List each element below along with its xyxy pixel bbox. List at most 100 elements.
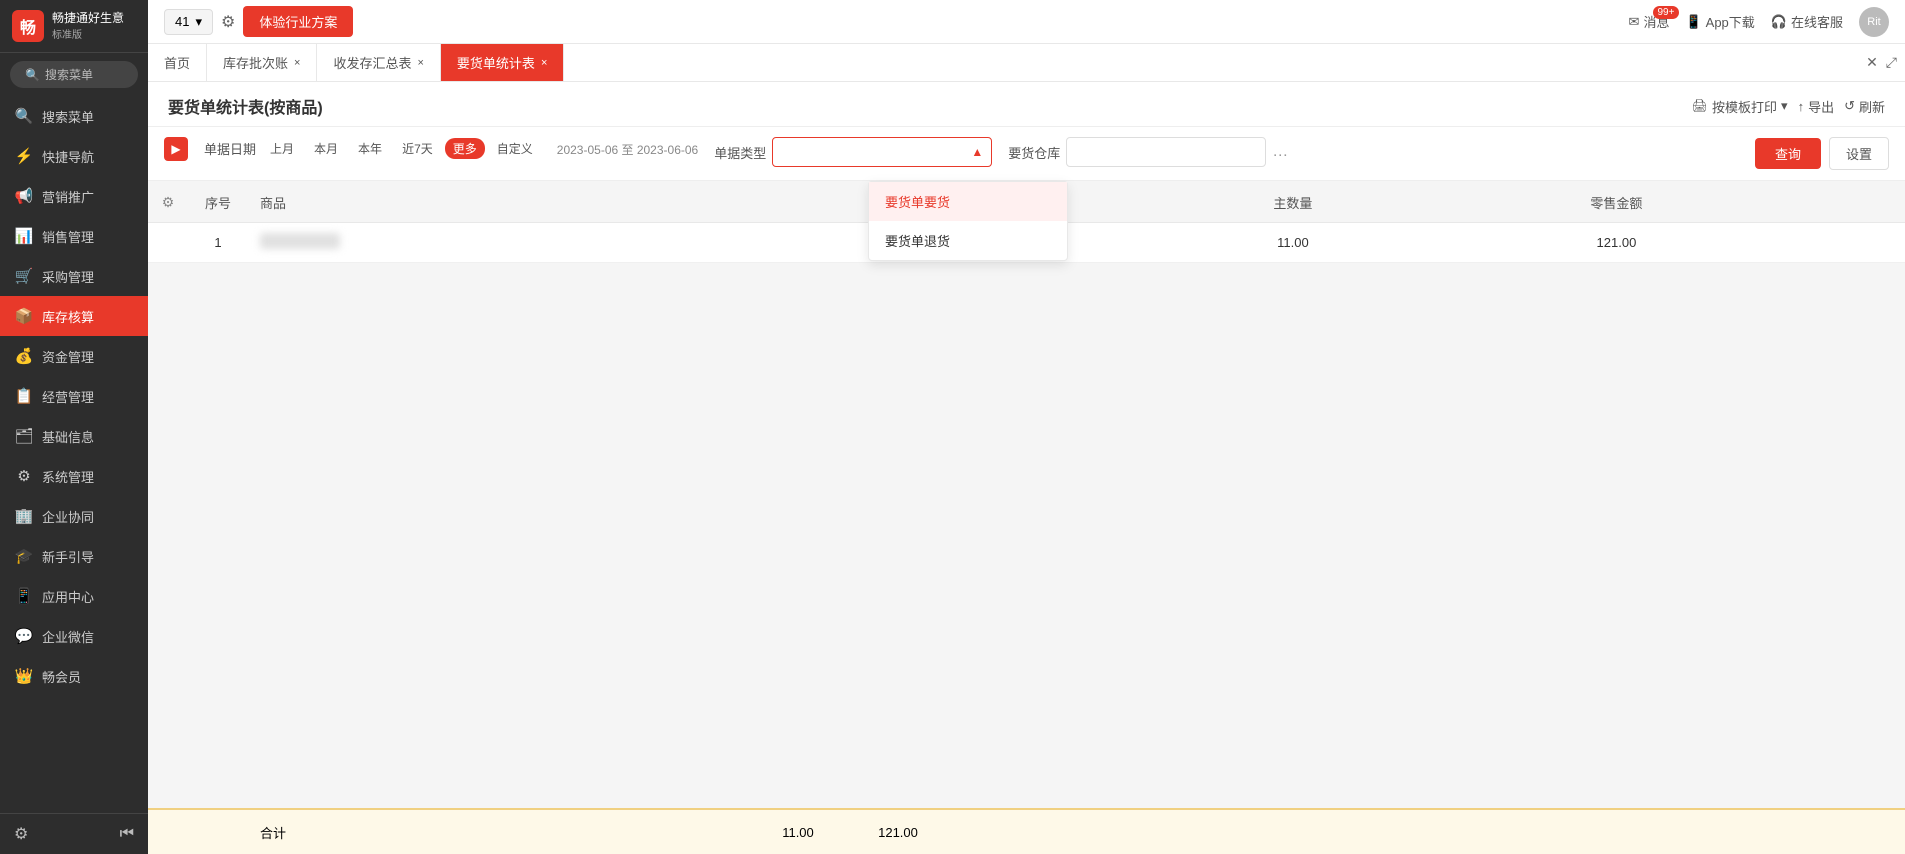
dropdown-item-return[interactable]: 要货单退货 [869, 221, 1067, 260]
online-service-button[interactable]: 🎧 在线客服 [1771, 12, 1843, 31]
filter-bar: ▶ 单据日期 上月 本月 本年 近7天 更多 自定义 2023-05-06 至 … [148, 127, 1905, 181]
purchase-icon: 🛒 [14, 266, 34, 286]
print-icon: 🖨 [1692, 98, 1709, 114]
sidebar-item-search[interactable]: 🔍 搜索菜单 [0, 96, 148, 136]
avatar[interactable]: Rit [1859, 7, 1889, 37]
date-btn-last-month[interactable]: 上月 [262, 137, 302, 160]
date-btn-last-7days[interactable]: 近7天 [394, 137, 441, 160]
sidebar-item-member[interactable]: 👑 畅会员 [0, 656, 148, 696]
filter-expand-button[interactable]: ▶ [164, 137, 188, 161]
date-shortcuts: 上月 本月 本年 近7天 更多 自定义 [262, 137, 541, 160]
refresh-icon: ↺ [1844, 98, 1855, 114]
date-btn-custom[interactable]: 自定义 [489, 137, 541, 160]
industry-button[interactable]: 体验行业方案 [243, 6, 353, 37]
settings-bottom-icon[interactable]: ⚙ [14, 824, 28, 844]
print-button[interactable]: 🖨 按模板打印 ▾ [1692, 97, 1788, 116]
app-icon: 📱 [1685, 14, 1701, 30]
page-header: 要货单统计表(按商品) 🖨 按模板打印 ▾ ↑ 导出 ↺ 刷新 [148, 82, 1905, 127]
page-content: 要货单统计表(按商品) 🖨 按模板打印 ▾ ↑ 导出 ↺ 刷新 ▶ [148, 82, 1905, 854]
msg-icon: ✉ [1629, 14, 1640, 30]
company-value: 41 [175, 14, 189, 29]
tab-recv-send[interactable]: 收发存汇总表 × [317, 44, 440, 81]
filter-actions: 查询 设置 [1755, 137, 1889, 170]
company-selector[interactable]: 41 ▾ [164, 9, 213, 35]
export-button[interactable]: ↑ 导出 [1798, 97, 1835, 116]
tab-close-recv-send[interactable]: × [417, 57, 423, 69]
sidebar-item-basic[interactable]: 🗂 基础信息 [0, 416, 148, 456]
tab-close-all-icon[interactable]: ✕ [1866, 54, 1878, 71]
operations-icon: 📋 [14, 386, 34, 406]
sidebar-item-label: 库存核算 [42, 307, 94, 326]
logo-icon: 畅 [12, 10, 44, 42]
col-extra [1793, 183, 1905, 223]
type-select[interactable]: ▲ [772, 137, 992, 167]
sidebar-item-label: 畅会员 [42, 667, 81, 686]
tab-close-requisition[interactable]: × [541, 57, 547, 69]
warehouse-more-icon[interactable]: … [1272, 143, 1288, 161]
query-button[interactable]: 查询 [1755, 138, 1821, 169]
search-nav-icon: 🔍 [14, 106, 34, 126]
date-filter-label: 单据日期 [204, 139, 256, 158]
footer-amount: 121.00 [848, 825, 948, 840]
sidebar-item-operations[interactable]: 📋 经营管理 [0, 376, 148, 416]
sidebar-item-wechat[interactable]: 💬 企业微信 [0, 616, 148, 656]
quick-nav-icon: ⚡ [14, 146, 34, 166]
app-download-button[interactable]: 📱 App下载 [1685, 12, 1754, 31]
sidebar-footer: ⚙ ⏮ [0, 813, 148, 854]
page-title: 要货单统计表(按商品) [168, 94, 323, 118]
date-btn-more[interactable]: 更多 [445, 138, 485, 159]
tab-inventory-batch-label: 库存批次账 [223, 53, 288, 72]
cell-product [248, 223, 732, 263]
tab-close-inventory-batch[interactable]: × [294, 57, 300, 69]
table-footer: 合计 11.00 121.00 [148, 808, 1905, 854]
sidebar-item-appstore[interactable]: 📱 应用中心 [0, 576, 148, 616]
msg-button[interactable]: ✉ 消息 99+ [1629, 12, 1670, 31]
dropdown-item-order[interactable]: 要货单要货 [869, 182, 1067, 221]
tab-inventory-batch[interactable]: 库存批次账 × [207, 44, 317, 81]
tab-requisition-stats[interactable]: 要货单统计表 × [441, 44, 564, 81]
guide-icon: 🎓 [14, 546, 34, 566]
sidebar-item-label: 系统管理 [42, 467, 94, 486]
sidebar-item-enterprise[interactable]: 🏢 企业协同 [0, 496, 148, 536]
marketing-icon: 📢 [14, 186, 34, 206]
sidebar-item-inventory[interactable]: 📦 库存核算 [0, 296, 148, 336]
sidebar-item-label: 销售管理 [42, 227, 94, 246]
topbar-settings-icon[interactable]: ⚙ [221, 12, 235, 32]
sidebar-item-purchase[interactable]: 🛒 采购管理 [0, 256, 148, 296]
tab-recv-send-label: 收发存汇总表 [333, 53, 411, 72]
sidebar-item-system[interactable]: ⚙ 系统管理 [0, 456, 148, 496]
tabs-actions: ✕ ⤢ [1858, 54, 1905, 71]
page-header-actions: 🖨 按模板打印 ▾ ↑ 导出 ↺ 刷新 [1692, 97, 1886, 116]
col-product: 商品 [248, 183, 732, 223]
date-btn-this-month[interactable]: 本月 [306, 137, 346, 160]
filter-settings-button[interactable]: 设置 [1829, 137, 1889, 170]
sidebar-item-label: 基础信息 [42, 427, 94, 446]
type-filter-label: 单据类型 [714, 143, 766, 162]
collapse-icon[interactable]: ⏮ [120, 825, 134, 843]
sidebar: 畅 畅捷通好生意 标准版 🔍 搜索菜单 🔍 搜索菜单 ⚡ 快捷导航 📢 营销推广… [0, 0, 148, 854]
date-btn-this-year[interactable]: 本年 [350, 137, 390, 160]
sidebar-search[interactable]: 🔍 搜索菜单 [10, 61, 138, 88]
date-range-text: 2023-05-06 至 2023-06-06 [557, 141, 698, 158]
topbar-right: ✉ 消息 99+ 📱 App下载 🎧 在线客服 Rit [1629, 7, 1889, 37]
tabs-bar: 首页 库存批次账 × 收发存汇总表 × 要货单统计表 × ✕ ⤢ [148, 44, 1905, 82]
table-settings-icon[interactable]: ⚙ [162, 194, 175, 210]
sidebar-item-finance[interactable]: 💰 资金管理 [0, 336, 148, 376]
sidebar-item-sales[interactable]: 📊 销售管理 [0, 216, 148, 256]
cell-extra [1793, 223, 1905, 263]
tab-home[interactable]: 首页 [148, 44, 207, 81]
warehouse-filter-label: 要货仓库 [1008, 143, 1060, 162]
sidebar-item-quick-nav[interactable]: ⚡ 快捷导航 [0, 136, 148, 176]
sidebar-nav: 🔍 搜索菜单 ⚡ 快捷导航 📢 营销推广 📊 销售管理 🛒 采购管理 📦 库存核… [0, 96, 148, 813]
sidebar-item-label: 企业微信 [42, 627, 94, 646]
sidebar-item-guide[interactable]: 🎓 新手引导 [0, 536, 148, 576]
main-content: 41 ▾ ⚙ 体验行业方案 ✉ 消息 99+ 📱 App下载 🎧 在线客服 Ri… [148, 0, 1905, 854]
basic-icon: 🗂 [14, 426, 34, 446]
sidebar-item-label: 应用中心 [42, 587, 94, 606]
warehouse-input[interactable] [1066, 137, 1266, 167]
tab-expand-icon[interactable]: ⤢ [1886, 54, 1897, 71]
member-icon: 👑 [14, 666, 34, 686]
sidebar-item-label: 采购管理 [42, 267, 94, 286]
sidebar-item-marketing[interactable]: 📢 营销推广 [0, 176, 148, 216]
refresh-button[interactable]: ↺ 刷新 [1844, 97, 1885, 116]
